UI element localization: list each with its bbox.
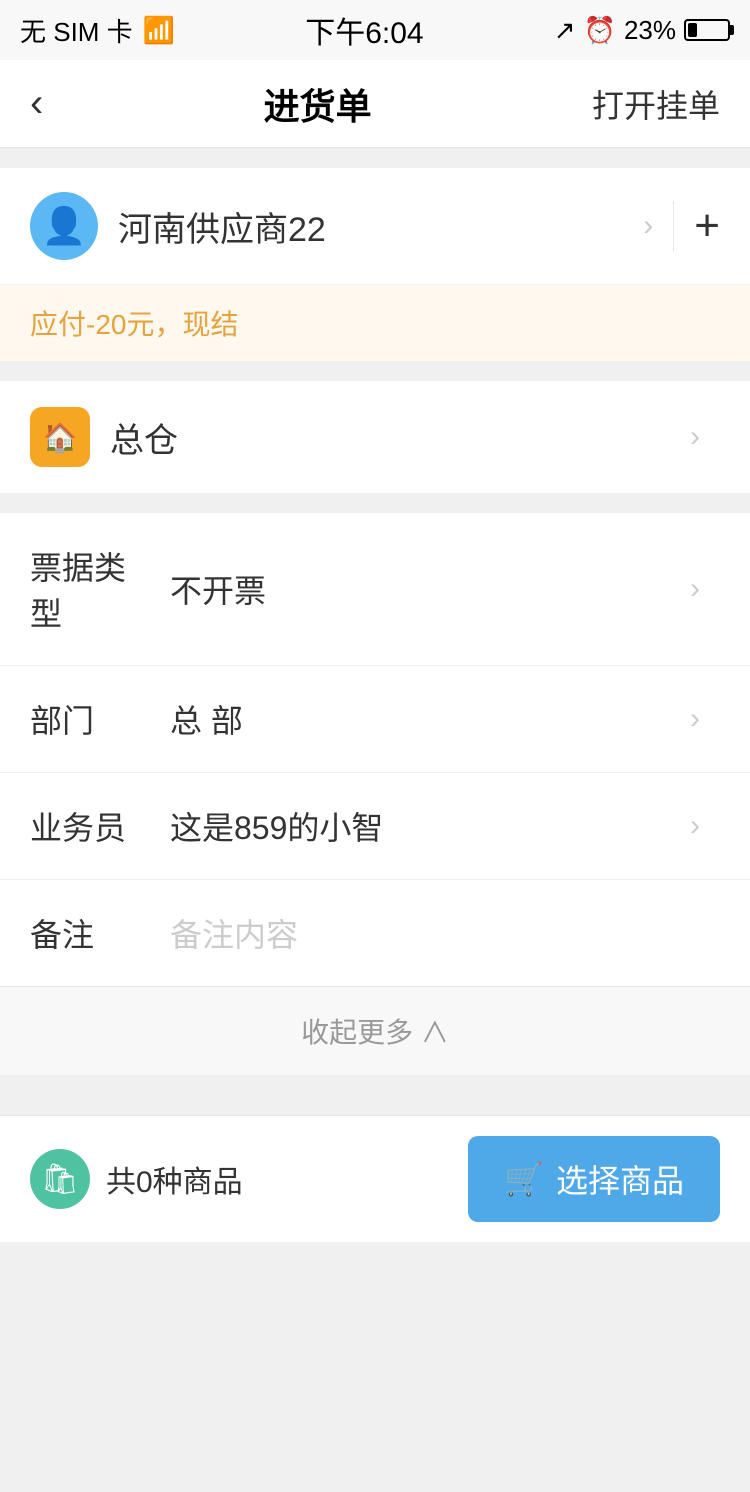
- notice-text: 应付-20元，现结: [30, 309, 238, 340]
- invoice-type-value: 不开票: [150, 566, 690, 612]
- product-count-text: 共0种商品: [106, 1157, 243, 1201]
- page-title: 进货单: [264, 78, 372, 130]
- supplier-row[interactable]: 👤 河南供应商22 › +: [0, 168, 750, 285]
- supplier-name: 河南供应商22: [118, 202, 643, 251]
- invoice-type-label: 票据类型: [30, 543, 150, 635]
- status-left: 无 SIM 卡 📶: [20, 12, 175, 49]
- supplier-section: 👤 河南供应商22 › + 应付-20元，现结: [0, 168, 750, 361]
- add-supplier-button[interactable]: +: [673, 201, 720, 251]
- battery-percentage: 23%: [624, 15, 676, 46]
- invoice-chevron-icon: ›: [690, 572, 700, 606]
- supplier-chevron-icon: ›: [643, 209, 653, 243]
- supplier-avatar: 👤: [30, 192, 98, 260]
- alarm-icon: ⏰: [584, 15, 616, 46]
- section-gap-2: [0, 361, 750, 381]
- status-time: 下午6:04: [305, 8, 423, 52]
- warehouse-name: 总仓: [110, 413, 690, 462]
- carrier-label: 无 SIM 卡: [20, 12, 133, 49]
- department-value: 总 部: [150, 696, 690, 742]
- collapse-label: 收起更多 ∧: [301, 1011, 449, 1051]
- notice-banner: 应付-20元，现结: [0, 285, 750, 361]
- status-right: ↗ ⏰ 23%: [554, 15, 730, 46]
- status-bar: 无 SIM 卡 📶 下午6:04 ↗ ⏰ 23%: [0, 0, 750, 60]
- select-product-label: 选择商品: [556, 1156, 684, 1202]
- salesperson-label: 业务员: [30, 803, 150, 849]
- back-button[interactable]: ‹: [30, 81, 43, 126]
- section-gap-3: [0, 493, 750, 513]
- nav-bar: ‹ 进货单 打开挂单: [0, 60, 750, 148]
- product-count-area: 🛍 共0种商品: [30, 1149, 243, 1209]
- battery-fill: [688, 23, 697, 37]
- collapse-button[interactable]: 收起更多 ∧: [0, 986, 750, 1075]
- invoice-type-row[interactable]: 票据类型 不开票 ›: [0, 513, 750, 666]
- dept-chevron-icon: ›: [690, 702, 700, 736]
- select-product-button[interactable]: 🛒 选择商品: [468, 1136, 720, 1222]
- salesperson-row[interactable]: 业务员 这是859的小智 ›: [0, 773, 750, 880]
- section-gap-4: [0, 1075, 750, 1095]
- department-label: 部门: [30, 696, 150, 742]
- department-row[interactable]: 部门 总 部 ›: [0, 666, 750, 773]
- remark-row[interactable]: 备注 备注内容: [0, 880, 750, 986]
- bottom-bar: 🛍 共0种商品 🛒 选择商品: [0, 1115, 750, 1242]
- warehouse-row[interactable]: 🏠 总仓 ›: [0, 381, 750, 493]
- page-background: [0, 1242, 750, 1492]
- open-pending-button[interactable]: 打开挂单: [592, 81, 720, 127]
- warehouse-chevron-icon: ›: [690, 420, 700, 454]
- section-gap-1: [0, 148, 750, 168]
- form-section: 票据类型 不开票 › 部门 总 部 › 业务员 这是859的小智 › 备注 备注…: [0, 513, 750, 986]
- remark-label: 备注: [30, 910, 150, 956]
- select-product-icon: 🛒: [504, 1160, 544, 1198]
- warehouse-icon: 🏠: [30, 407, 90, 467]
- salesperson-value: 这是859的小智: [150, 803, 690, 849]
- wifi-icon: 📶: [143, 15, 175, 46]
- avatar-person-icon: 👤: [42, 205, 87, 247]
- product-count-icon: 🛍: [30, 1149, 90, 1209]
- cart-icon: 🛍: [41, 1162, 79, 1197]
- location-icon: ↗: [554, 15, 576, 46]
- warehouse-icon-symbol: 🏠: [43, 421, 78, 454]
- sales-chevron-icon: ›: [690, 809, 700, 843]
- remark-input[interactable]: 备注内容: [150, 910, 720, 956]
- battery-icon: [684, 19, 730, 41]
